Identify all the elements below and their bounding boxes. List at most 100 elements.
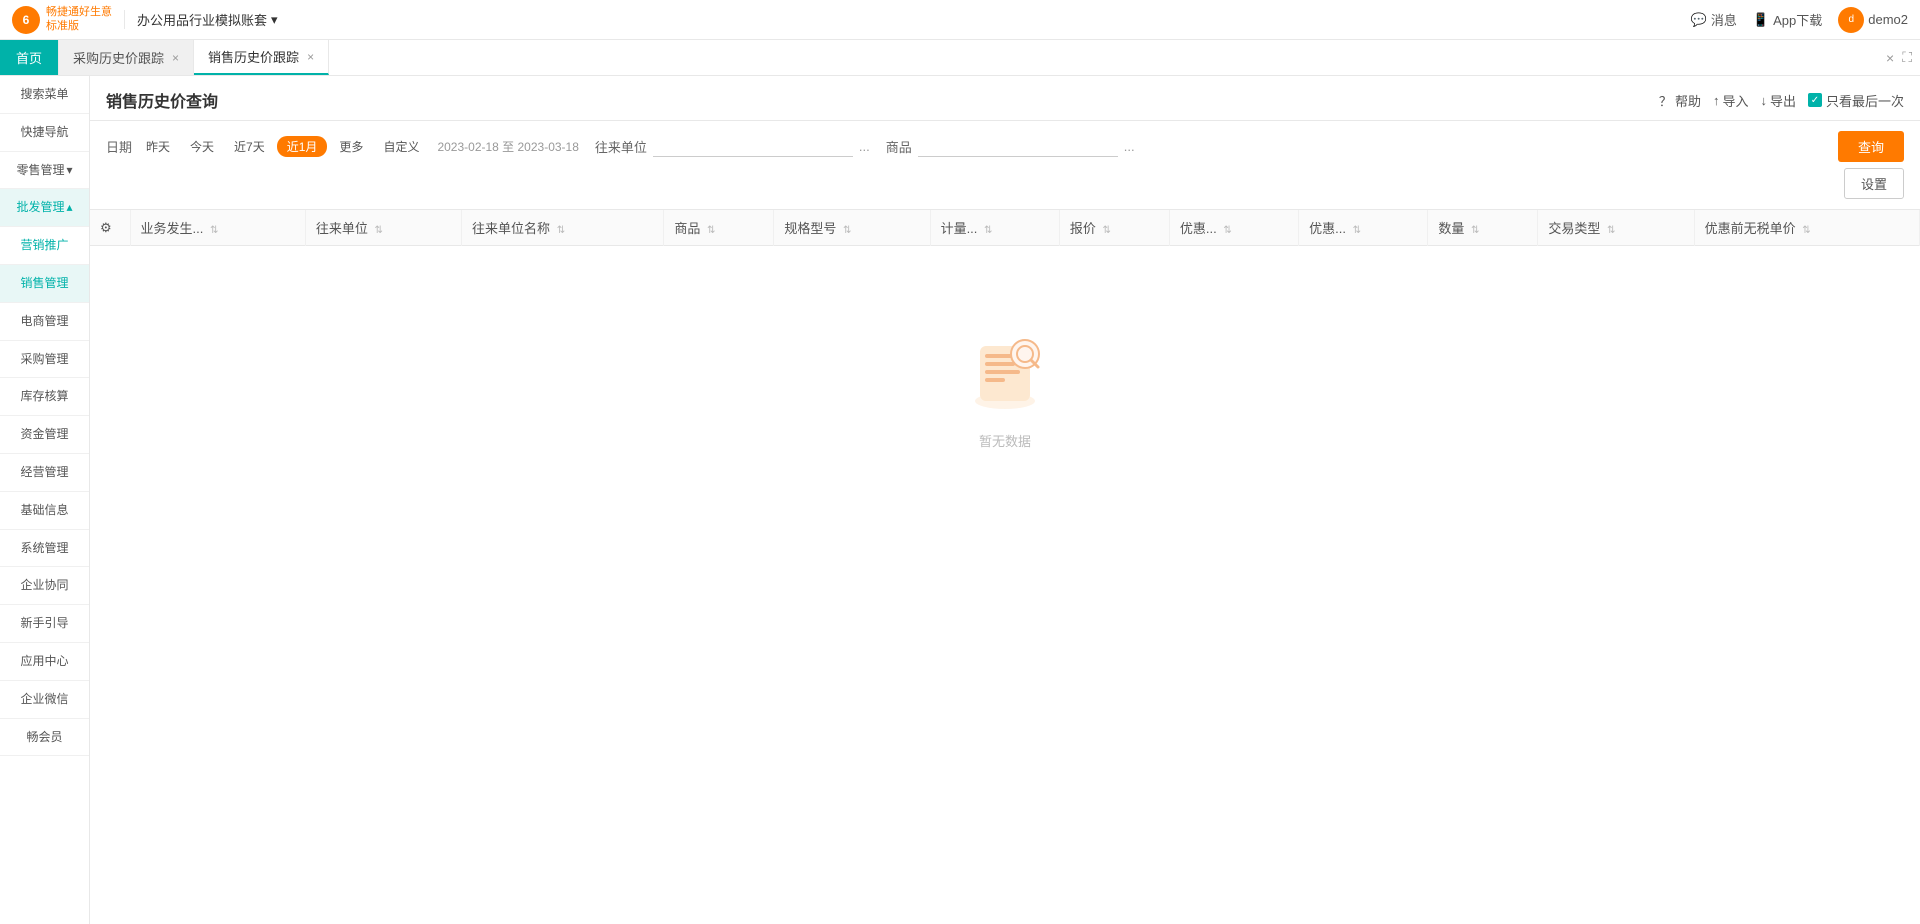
empty-svg-icon [960,326,1050,416]
import-icon: ↑ [1713,93,1720,108]
only-last-checkbox[interactable]: 只看最后一次 [1808,91,1904,110]
sidebar-item-member[interactable]: 畅会员 [0,719,89,757]
product-filter-input[interactable] [918,137,1118,157]
sort-icon-qty: ⇅ [1471,225,1479,236]
th-biz-date[interactable]: 业务发生... ⇅ [130,210,305,246]
th-unit[interactable]: 计量... ⇅ [930,210,1059,246]
topbar: 6 畅捷通好生意 标准版 办公用品行业模拟账套 ▾ 💬 消息 📱 App下载 d… [0,0,1920,40]
sidebar-item-wechat[interactable]: 企业微信 [0,681,89,719]
tab-home[interactable]: 首页 [0,40,59,75]
tab-close-all-button[interactable]: × [1886,50,1894,66]
sort-icon-trade-type: ⇅ [1607,225,1615,236]
filter-second-row: 设置 [106,168,1904,199]
user-menu[interactable]: d demo2 [1838,7,1908,33]
sort-icon-quote: ⇅ [1102,225,1110,236]
sidebar-item-finance[interactable]: 资金管理 [0,416,89,454]
date-btn-custom[interactable]: 自定义 [375,136,427,157]
partner-filter-group: 往来单位 ... [595,137,870,157]
logo-text: 畅捷通好生意 标准版 [46,6,112,32]
sidebar-item-quick-nav[interactable]: 快捷导航 [0,114,89,152]
tabbar: 首页 采购历史价跟踪 × 销售历史价跟踪 × × ⛶ [0,40,1920,76]
sidebar-item-purchase[interactable]: 采购管理 [0,341,89,379]
sort-icon-discount1: ⇅ [1223,225,1231,236]
app-selector[interactable]: 办公用品行业模拟账套 ▾ [124,10,278,29]
page-header: 销售历史价查询 ？ 帮助 ↑ 导入 ↓ 导出 只看最后一次 [90,76,1920,121]
sidebar-item-system[interactable]: 系统管理 [0,530,89,568]
sidebar-item-ecommerce[interactable]: 电商管理 [0,303,89,341]
th-discount1[interactable]: 优惠... ⇅ [1169,210,1298,246]
date-btn-7days[interactable]: 近7天 [226,136,273,157]
partner-filter-input[interactable] [653,137,853,157]
topbar-right: 💬 消息 📱 App下载 d demo2 [1691,7,1908,33]
th-partner-name[interactable]: 往来单位名称 ⇅ [462,210,664,246]
date-btn-more[interactable]: 更多 [331,136,371,157]
sidebar-item-wholesale[interactable]: 批发管理 ▴ [0,189,89,227]
th-qty[interactable]: 数量 ⇅ [1428,210,1538,246]
th-settings: ⚙ [90,210,130,246]
phone-icon: 📱 [1753,12,1769,28]
message-icon: 💬 [1691,12,1707,28]
filter-bar: 日期 昨天 今天 近7天 近1月 更多 自定义 2023-02-18 至 202… [90,121,1920,210]
main-layout: 搜索菜单 快捷导航 零售管理 ▾ 批发管理 ▴ 营销推广 销售管理 电商管理 采… [0,76,1920,924]
date-btn-yesterday[interactable]: 昨天 [138,136,178,157]
sidebar-item-operations[interactable]: 经营管理 [0,454,89,492]
empty-illustration [960,326,1050,419]
sort-icon-product: ⇅ [707,225,715,236]
th-discount2[interactable]: 优惠... ⇅ [1299,210,1428,246]
sort-icon-spec: ⇅ [843,225,851,236]
filter-actions: 查询 [1838,131,1904,162]
filter-row: 日期 昨天 今天 近7天 近1月 更多 自定义 2023-02-18 至 202… [106,131,1904,162]
tab-sales-history[interactable]: 销售历史价跟踪 × [194,40,329,75]
help-button[interactable]: ？ 帮助 [1659,91,1701,110]
export-button[interactable]: ↓ 导出 [1760,91,1796,110]
th-pre-tax-price[interactable]: 优惠前无税单价 ⇅ [1694,210,1919,246]
sort-icon-pre-tax-price: ⇅ [1802,225,1810,236]
avatar: d [1838,7,1864,33]
settings-gear-icon[interactable]: ⚙ [100,220,112,235]
sort-icon-unit: ⇅ [984,225,992,236]
import-button[interactable]: ↑ 导入 [1713,91,1749,110]
sidebar-item-basic-info[interactable]: 基础信息 [0,492,89,530]
tab-maximize-button[interactable]: ⛶ [1902,49,1912,66]
sidebar-item-collab[interactable]: 企业协同 [0,567,89,605]
sidebar: 搜索菜单 快捷导航 零售管理 ▾ 批发管理 ▴ 营销推广 销售管理 电商管理 采… [0,76,90,924]
sidebar-item-app-center[interactable]: 应用中心 [0,643,89,681]
sidebar-item-sales-mgmt[interactable]: 销售管理 [0,265,89,303]
partner-filter-more[interactable]: ... [859,139,870,154]
data-table: ⚙ 业务发生... ⇅ 往来单位 ⇅ 往来单位名称 ⇅ [90,210,1920,246]
sidebar-item-retail[interactable]: 零售管理 ▾ [0,152,89,190]
th-trade-type[interactable]: 交易类型 ⇅ [1538,210,1694,246]
th-partner-code[interactable]: 往来单位 ⇅ [305,210,461,246]
checkbox-icon [1808,93,1822,107]
product-filter-more[interactable]: ... [1124,139,1135,154]
sidebar-item-search[interactable]: 搜索菜单 [0,76,89,114]
tab-purchase-history[interactable]: 采购历史价跟踪 × [59,40,194,75]
date-filter-label: 日期 [106,137,132,156]
sort-icon-partner-name: ⇅ [557,225,565,236]
chevron-up-icon: ▴ [66,199,72,216]
th-quote[interactable]: 报价 ⇅ [1059,210,1169,246]
export-icon: ↓ [1760,93,1767,108]
th-product[interactable]: 商品 ⇅ [664,210,774,246]
search-button[interactable]: 查询 [1838,131,1904,162]
message-button[interactable]: 💬 消息 [1691,10,1737,29]
sidebar-item-guide[interactable]: 新手引导 [0,605,89,643]
app-download-button[interactable]: 📱 App下载 [1753,10,1822,29]
date-btn-1month[interactable]: 近1月 [277,136,328,157]
logo-icon: 6 [12,6,40,34]
table-container: ⚙ 业务发生... ⇅ 往来单位 ⇅ 往来单位名称 ⇅ [90,210,1920,924]
table-header: ⚙ 业务发生... ⇅ 往来单位 ⇅ 往来单位名称 ⇅ [90,210,1920,246]
sidebar-item-inventory[interactable]: 库存核算 [0,378,89,416]
tab-purchase-history-close[interactable]: × [172,51,179,65]
chevron-down-icon: ▾ [271,12,278,28]
sort-icon-partner-code: ⇅ [375,225,383,236]
date-range-display: 2023-02-18 至 2023-03-18 [437,138,578,155]
setting-button[interactable]: 设置 [1844,168,1904,199]
th-spec[interactable]: 规格型号 ⇅ [774,210,930,246]
page-title: 销售历史价查询 [106,88,218,112]
date-btn-today[interactable]: 今天 [182,136,222,157]
topbar-left: 6 畅捷通好生意 标准版 办公用品行业模拟账套 ▾ [12,6,278,34]
tab-sales-history-close[interactable]: × [307,50,314,64]
sidebar-item-marketing[interactable]: 营销推广 [0,227,89,265]
table-header-row: ⚙ 业务发生... ⇅ 往来单位 ⇅ 往来单位名称 ⇅ [90,210,1920,246]
